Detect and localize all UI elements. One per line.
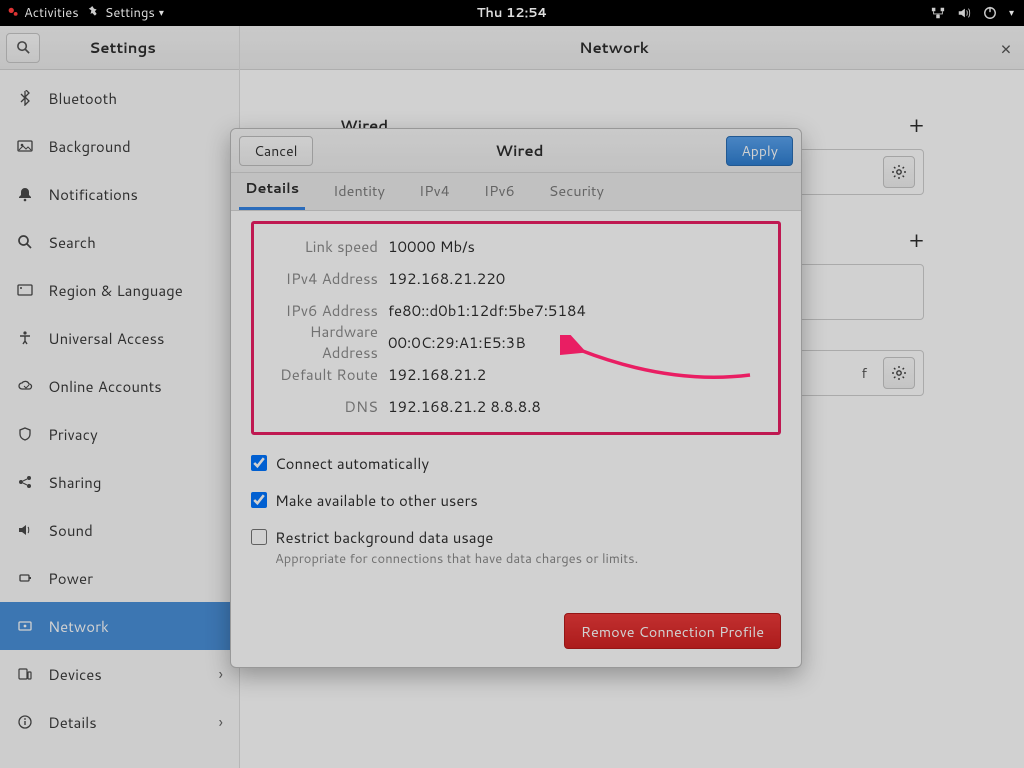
chevron-down-icon: ▾	[159, 6, 164, 20]
settings-menu-icon	[87, 6, 101, 20]
clock[interactable]: Thu 12:54	[477, 4, 548, 22]
activities-button[interactable]: Activities	[6, 4, 79, 22]
appmenu[interactable]: Settings ▾	[87, 4, 164, 22]
top-bar: Activities Settings ▾ Thu 12:54 ▾	[0, 0, 1024, 26]
power-icon	[983, 6, 997, 20]
network-icon	[931, 6, 945, 20]
status-area[interactable]: ▾	[931, 6, 1024, 20]
appmenu-label: Settings	[105, 4, 155, 22]
foot-icon	[6, 6, 20, 20]
chevron-down-icon: ▾	[1009, 6, 1014, 20]
activities-label: Activities	[24, 4, 79, 22]
volume-icon	[957, 6, 971, 20]
modal-overlay	[0, 26, 1024, 768]
